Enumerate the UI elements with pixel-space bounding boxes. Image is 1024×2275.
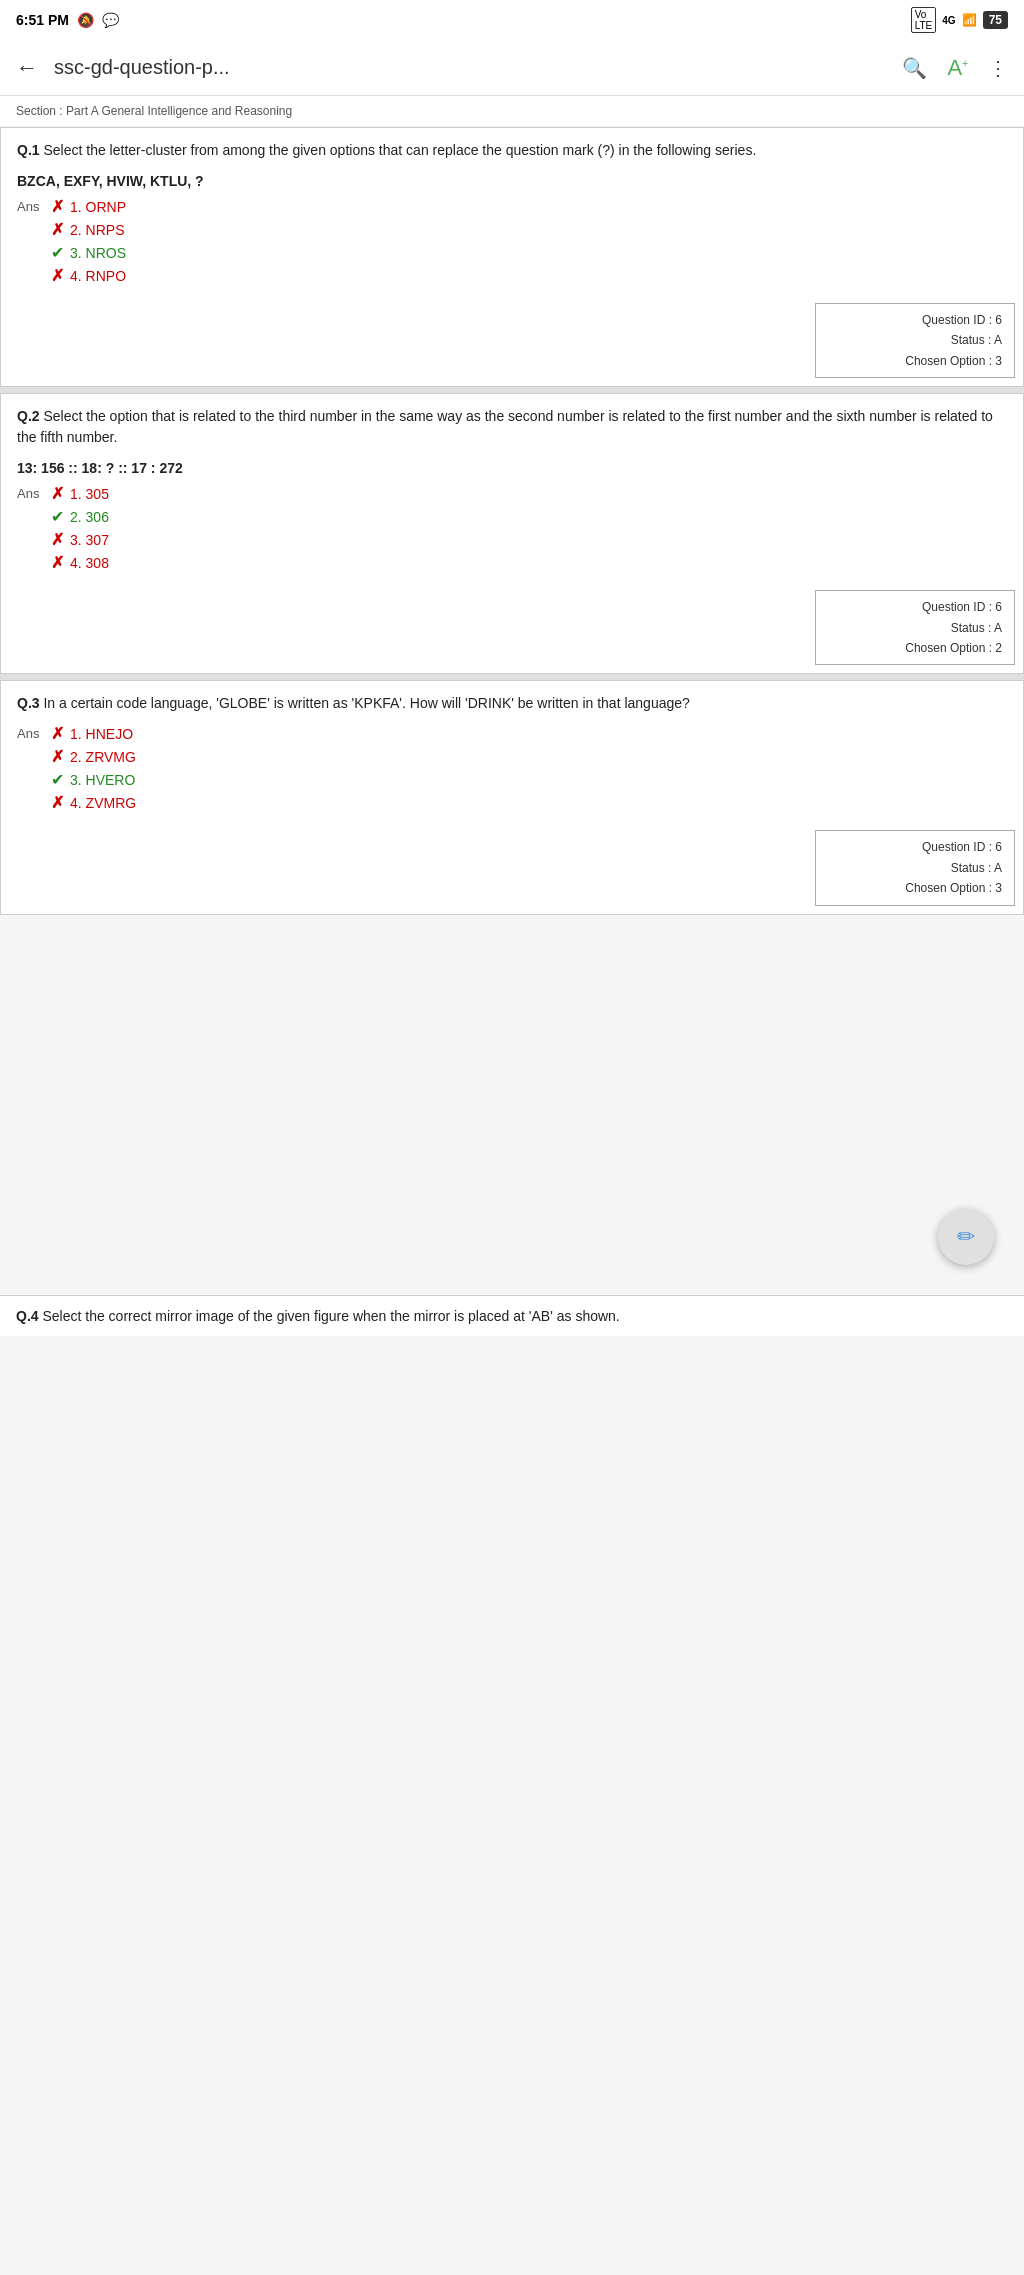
ans-row-3-3: ✗ 4. ZVMRG <box>17 793 1007 812</box>
status-2: Status : A <box>828 618 1002 638</box>
ans-section-2: Ans ✗ 1. 305 ✔ 2. 306 ✗ 3. 307 ✗ 4. 308 <box>1 480 1023 584</box>
fab-button[interactable]: ✏ <box>938 1209 994 1265</box>
wrong-icon-2-0: ✗ <box>51 484 64 503</box>
section-label: Section : Part A General Intelligence an… <box>0 96 1024 127</box>
option-1-1: 2. NRPS <box>70 222 124 238</box>
silent-icon: 🔕 <box>77 12 94 28</box>
edit-font-icon[interactable]: A+ <box>947 55 968 81</box>
ans-label-1: Ans <box>17 199 45 214</box>
ans-row-3-0: Ans ✗ 1. HNEJO <box>17 724 1007 743</box>
whatsapp-icon: 💬 <box>102 12 119 28</box>
option-2-1: 2. 306 <box>70 509 109 525</box>
back-button[interactable]: ← <box>16 55 38 81</box>
wrong-icon-3-3: ✗ <box>51 793 64 812</box>
status-bar-right: VoLTE 4G 📶 75 <box>911 7 1008 33</box>
question-block-2: Q.2 Select the option that is related to… <box>0 393 1024 674</box>
ans-row-2-1: ✔ 2. 306 <box>17 507 1007 526</box>
wrong-icon-3-1: ✗ <box>51 747 64 766</box>
option-3-1: 2. ZRVMG <box>70 749 136 765</box>
wrong-icon-1-1: ✗ <box>51 220 64 239</box>
signal-bars-icon: 📶 <box>962 13 977 27</box>
fab-edit-icon: ✏ <box>957 1224 975 1250</box>
status-bar-left: 6:51 PM 🔕 💬 <box>16 12 119 28</box>
time-display: 6:51 PM <box>16 12 69 28</box>
question-info-box-2: Question ID : 6 Status : A Chosen Option… <box>1 584 1023 673</box>
whitespace-area: ✏ <box>0 915 1024 1295</box>
lte-label: VoLTE <box>911 7 937 33</box>
wrong-icon-1-3: ✗ <box>51 266 64 285</box>
question-series-2: 13: 156 :: 18: ? :: 17 : 272 <box>1 454 1023 480</box>
toolbar: ← ssc-gd-question-p... 🔍 A+ ⋮ <box>0 40 1024 96</box>
page-title: ssc-gd-question-p... <box>54 56 886 79</box>
question-id-1: Question ID : 6 <box>828 310 1002 330</box>
ans-row-2-2: ✗ 3. 307 <box>17 530 1007 549</box>
ans-row-1-3: ✗ 4. RNPO <box>17 266 1007 285</box>
wrong-icon-2-3: ✗ <box>51 553 64 572</box>
question-text-3: Q.3 In a certain code language, 'GLOBE' … <box>17 695 690 711</box>
option-3-3: 4. ZVMRG <box>70 795 136 811</box>
ans-section-1: Ans ✗ 1. ORNP ✗ 2. NRPS ✔ 3. NROS ✗ 4. R… <box>1 193 1023 297</box>
option-1-3: 4. RNPO <box>70 268 126 284</box>
search-icon[interactable]: 🔍 <box>902 56 927 80</box>
status-bar: 6:51 PM 🔕 💬 VoLTE 4G 📶 75 <box>0 0 1024 40</box>
option-1-0: 1. ORNP <box>70 199 126 215</box>
correct-icon-3-2: ✔ <box>51 770 64 789</box>
battery-display: 75 <box>983 11 1008 29</box>
more-options-icon[interactable]: ⋮ <box>988 56 1008 80</box>
chosen-option-2: Chosen Option : 2 <box>828 638 1002 658</box>
q4-id: Q.4 <box>16 1308 39 1324</box>
option-2-0: 1. 305 <box>70 486 109 502</box>
question-info-box-3: Question ID : 6 Status : A Chosen Option… <box>1 824 1023 913</box>
option-1-2: 3. NROS <box>70 245 126 261</box>
ans-row-1-2: ✔ 3. NROS <box>17 243 1007 262</box>
option-2-3: 4. 308 <box>70 555 109 571</box>
signal-4g-label: 4G <box>942 15 955 26</box>
wrong-icon-2-2: ✗ <box>51 530 64 549</box>
question-series-1: BZCA, EXFY, HVIW, KTLU, ? <box>1 167 1023 193</box>
option-3-2: 3. HVERO <box>70 772 135 788</box>
option-2-2: 3. 307 <box>70 532 109 548</box>
ans-row-1-1: ✗ 2. NRPS <box>17 220 1007 239</box>
status-3: Status : A <box>828 858 1002 878</box>
ans-row-2-0: Ans ✗ 1. 305 <box>17 484 1007 503</box>
option-3-0: 1. HNEJO <box>70 726 133 742</box>
q4-bar: Q.4 Select the correct mirror image of t… <box>0 1295 1024 1336</box>
question-id-2: Question ID : 6 <box>828 597 1002 617</box>
ans-section-3: Ans ✗ 1. HNEJO ✗ 2. ZRVMG ✔ 3. HVERO ✗ 4… <box>1 720 1023 824</box>
ans-row-3-2: ✔ 3. HVERO <box>17 770 1007 789</box>
wrong-icon-3-0: ✗ <box>51 724 64 743</box>
ans-label-2: Ans <box>17 486 45 501</box>
question-block-3: Q.3 In a certain code language, 'GLOBE' … <box>0 680 1024 914</box>
status-1: Status : A <box>828 330 1002 350</box>
ans-label-3: Ans <box>17 726 45 741</box>
question-header-1: Q.1 Select the letter-cluster from among… <box>1 128 1023 167</box>
chosen-option-1: Chosen Option : 3 <box>828 351 1002 371</box>
question-info-box-1: Question ID : 6 Status : A Chosen Option… <box>1 297 1023 386</box>
chosen-option-3: Chosen Option : 3 <box>828 878 1002 898</box>
correct-icon-2-1: ✔ <box>51 507 64 526</box>
question-id-3: Question ID : 6 <box>828 837 1002 857</box>
question-block-1: Q.1 Select the letter-cluster from among… <box>0 127 1024 387</box>
wrong-icon-1-0: ✗ <box>51 197 64 216</box>
question-header-2: Q.2 Select the option that is related to… <box>1 394 1023 454</box>
info-box-inner-3: Question ID : 6 Status : A Chosen Option… <box>815 830 1015 905</box>
question-text-1: Q.1 Select the letter-cluster from among… <box>17 142 756 158</box>
ans-row-1-0: Ans ✗ 1. ORNP <box>17 197 1007 216</box>
ans-row-2-3: ✗ 4. 308 <box>17 553 1007 572</box>
question-text-2: Q.2 Select the option that is related to… <box>17 408 993 445</box>
question-header-3: Q.3 In a certain code language, 'GLOBE' … <box>1 681 1023 720</box>
info-box-inner-2: Question ID : 6 Status : A Chosen Option… <box>815 590 1015 665</box>
toolbar-icons: 🔍 A+ ⋮ <box>902 55 1008 81</box>
correct-icon-1-2: ✔ <box>51 243 64 262</box>
q4-text: Select the correct mirror image of the g… <box>42 1308 619 1324</box>
ans-row-3-1: ✗ 2. ZRVMG <box>17 747 1007 766</box>
info-box-inner-1: Question ID : 6 Status : A Chosen Option… <box>815 303 1015 378</box>
